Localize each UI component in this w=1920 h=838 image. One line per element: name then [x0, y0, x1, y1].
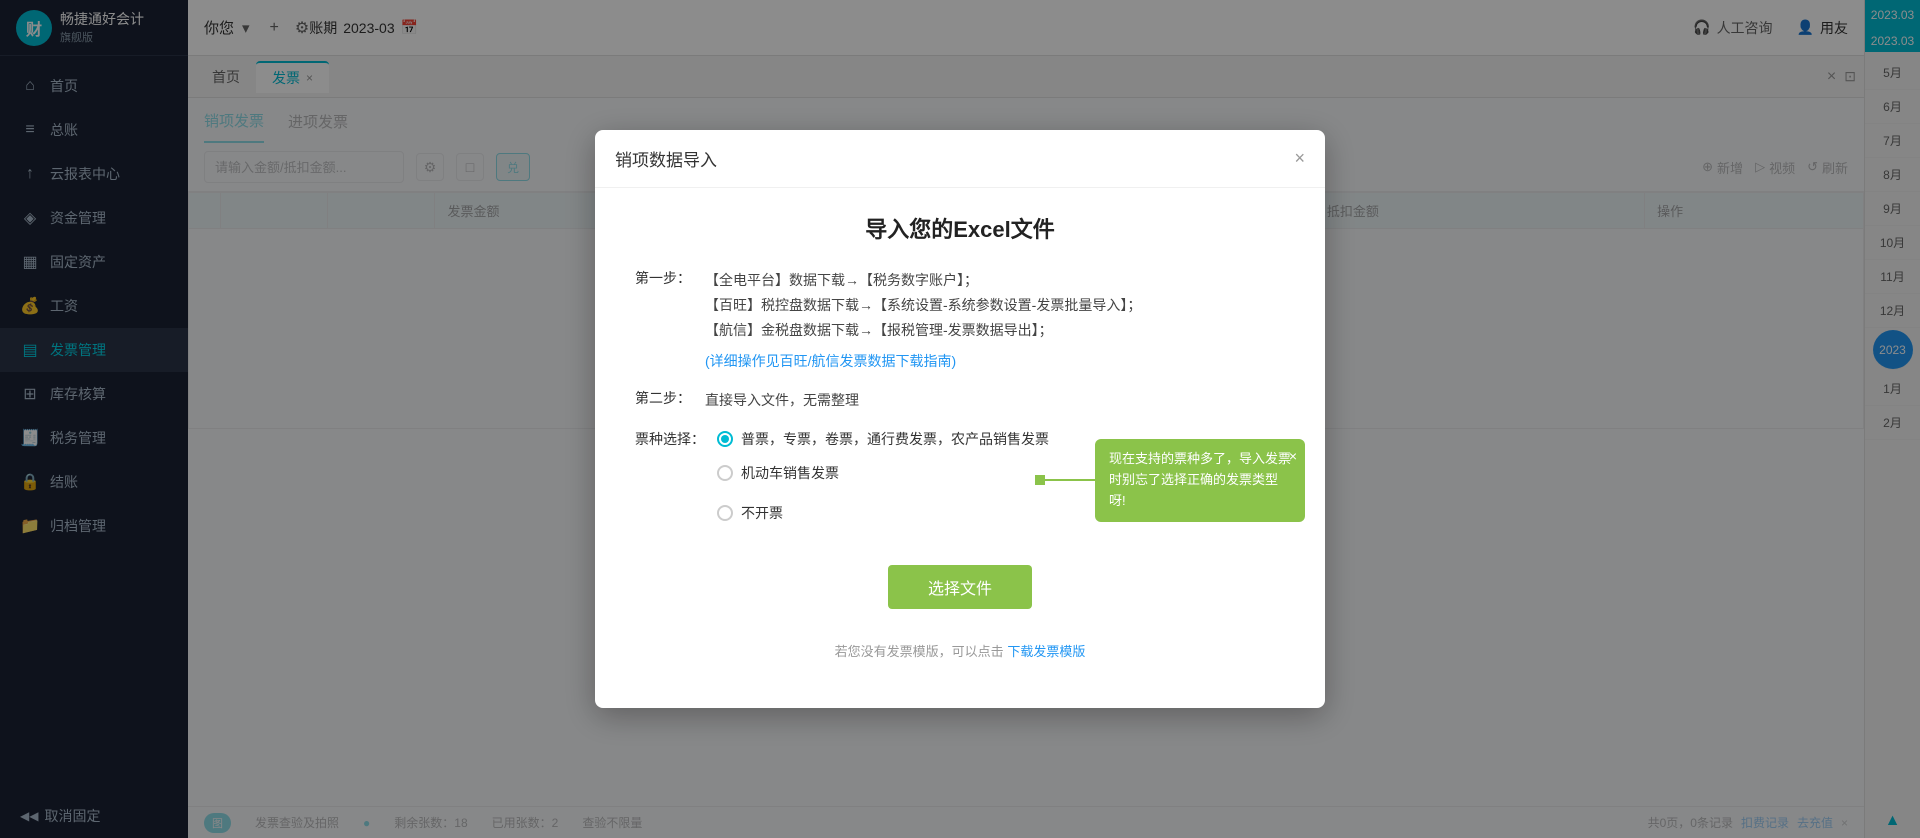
tooltip-dot	[1035, 475, 1045, 485]
radio-3-label: 不开票	[741, 503, 783, 523]
step1-line-3: 【航信】金税盘数据下载→【报税管理-发票数据导出】；	[705, 318, 1141, 343]
radio-2-label: 机动车销售发票	[741, 463, 839, 483]
tooltip-connector: × 现在支持的票种多了，导入发票时别忘了选择正确的发票类型呀!	[1035, 439, 1305, 521]
radio-1-label: 普票，专票，卷票，通行费发票，农产品销售发票	[741, 429, 1049, 449]
guide-link[interactable]: (详细操作见百旺/航信发票数据下载指南)	[705, 353, 956, 369]
step1-content: 【全电平台】数据下载→【税务数字账户】； 【百旺】税控盘数据下载→【系统设置-系…	[705, 268, 1141, 375]
modal-section-title: 导入您的Excel文件	[635, 212, 1285, 244]
import-modal: 销项数据导入 × 导入您的Excel文件 第一步： 【全电平台】数据下载→【税务…	[595, 130, 1325, 709]
tooltip-line	[1045, 479, 1095, 481]
step1-line-2: 【百旺】税控盘数据下载→【系统设置-系统参数设置-发票批量导入】；	[705, 293, 1141, 318]
select-file-button[interactable]: 选择文件	[888, 565, 1032, 609]
modal-overlay: 销项数据导入 × 导入您的Excel文件 第一步： 【全电平台】数据下载→【税务…	[0, 0, 1920, 838]
modal-header: 销项数据导入 ×	[595, 130, 1325, 188]
step1-label: 第一步：	[635, 268, 705, 375]
radio-3-indicator	[717, 505, 733, 521]
modal-title: 销项数据导入	[615, 146, 717, 171]
modal-footer: 若您没有发票模版，可以点击 下载发票模版	[635, 629, 1285, 684]
tooltip-bubble: × 现在支持的票种多了，导入发票时别忘了选择正确的发票类型呀!	[1095, 439, 1305, 521]
footer-text: 若您没有发票模版，可以点击	[835, 644, 1004, 659]
radio-section: 票种选择： 普票，专票，卷票，通行费发票，农产品销售发票 机动车销售发票	[635, 429, 1285, 537]
radio-2-indicator	[717, 465, 733, 481]
step2-label: 第二步：	[635, 388, 705, 413]
step-2-row: 第二步： 直接导入文件，无需整理	[635, 388, 1285, 413]
radio-label: 票种选择：	[635, 429, 705, 449]
modal-body: 导入您的Excel文件 第一步： 【全电平台】数据下载→【税务数字账户】； 【百…	[595, 188, 1325, 709]
modal-close-button[interactable]: ×	[1294, 148, 1305, 169]
step1-line-1: 【全电平台】数据下载→【税务数字账户】；	[705, 268, 1141, 293]
step-1-row: 第一步： 【全电平台】数据下载→【税务数字账户】； 【百旺】税控盘数据下载→【系…	[635, 268, 1285, 375]
radio-1-indicator	[717, 431, 733, 447]
select-file-section: 选择文件	[635, 565, 1285, 609]
step2-content: 直接导入文件，无需整理	[705, 388, 859, 413]
radio-options-wrapper: 普票，专票，卷票，通行费发票，农产品销售发票 机动车销售发票	[717, 429, 1285, 537]
tooltip-close[interactable]: ×	[1289, 445, 1297, 467]
download-template-link[interactable]: 下载发票模版	[1007, 644, 1085, 659]
